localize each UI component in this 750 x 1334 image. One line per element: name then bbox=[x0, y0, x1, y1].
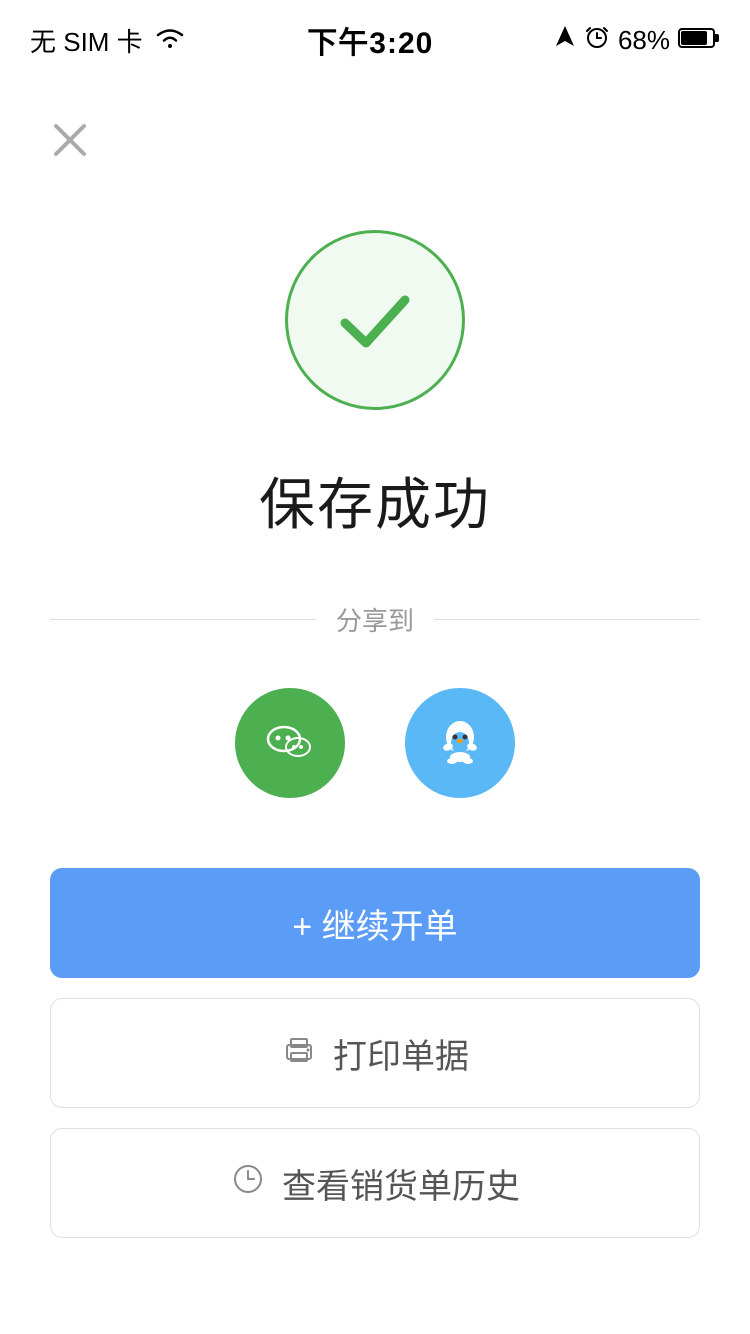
share-section: 分享到 bbox=[50, 601, 700, 798]
history-button[interactable]: 查看销货单历史 bbox=[50, 1128, 700, 1238]
divider-line-right bbox=[434, 619, 700, 620]
status-left: 无 SIM 卡 bbox=[30, 22, 187, 59]
share-divider: 分享到 bbox=[50, 601, 700, 638]
close-button[interactable] bbox=[30, 100, 110, 180]
print-label: 打印单据 bbox=[333, 1029, 469, 1078]
share-label: 分享到 bbox=[336, 601, 414, 638]
location-icon bbox=[554, 24, 576, 57]
printer-icon bbox=[281, 1031, 317, 1076]
battery-icon bbox=[678, 25, 720, 56]
divider-line-left bbox=[50, 619, 316, 620]
wechat-share-button[interactable] bbox=[235, 688, 345, 798]
status-right: 68% bbox=[554, 24, 720, 57]
wifi-icon bbox=[153, 24, 187, 57]
main-content: 保存成功 分享到 bbox=[0, 190, 750, 1334]
history-icon bbox=[230, 1161, 266, 1206]
qq-share-button[interactable] bbox=[405, 688, 515, 798]
share-icons-container bbox=[235, 688, 515, 798]
no-sim-text: 无 SIM 卡 bbox=[30, 22, 143, 59]
print-button[interactable]: 打印单据 bbox=[50, 998, 700, 1108]
success-icon-circle bbox=[285, 230, 465, 410]
continue-button[interactable]: + 继续开单 bbox=[50, 868, 700, 978]
battery-text: 68% bbox=[618, 25, 670, 56]
history-label: 查看销货单历史 bbox=[282, 1159, 520, 1208]
status-bar: 无 SIM 卡 下午3:20 68% bbox=[0, 0, 750, 80]
success-title: 保存成功 bbox=[259, 460, 491, 541]
status-time: 下午3:20 bbox=[307, 18, 433, 62]
alarm-icon bbox=[584, 24, 610, 57]
actions-container: + 继续开单 打印单据 查看销货单历史 bbox=[50, 868, 700, 1238]
